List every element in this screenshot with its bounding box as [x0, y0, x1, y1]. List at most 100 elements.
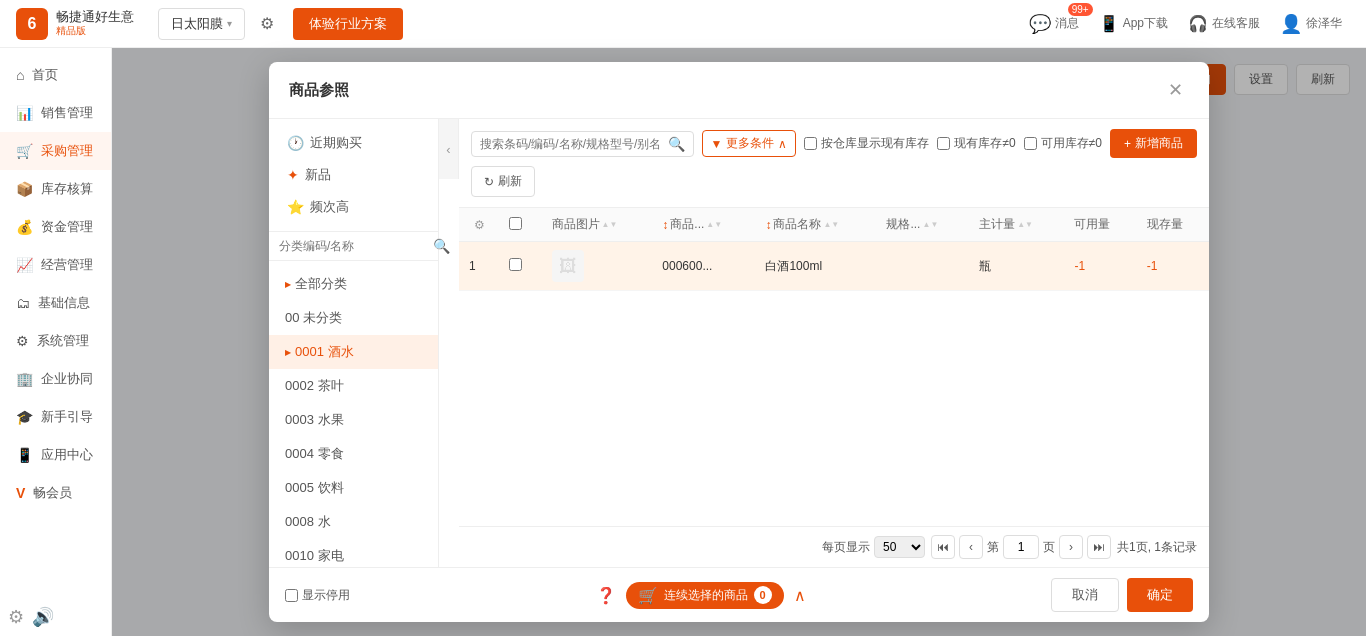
sort-arrows-code: ▲▼ [706, 221, 722, 229]
first-page-btn[interactable]: ⏮ [931, 535, 955, 559]
logo-text-line1: 畅捷通好生意 [56, 9, 134, 25]
collapse-icon: ‹ [446, 142, 450, 157]
sidebar-item-inventory[interactable]: 📦 库存核算 [0, 170, 111, 208]
page-number-input[interactable] [1003, 535, 1039, 559]
member-icon: V [16, 485, 25, 501]
sort-arrows-name: ▲▼ [823, 221, 839, 229]
sidebar-item-enterprise[interactable]: 🏢 企业协同 [0, 360, 111, 398]
row-checkbox [499, 242, 542, 291]
app-download-btn[interactable]: 📱 App下载 [1091, 10, 1176, 37]
recent-icon: 🕐 [287, 135, 304, 151]
last-page-btn[interactable]: ⏭ [1087, 535, 1111, 559]
cart-area[interactable]: 🛒 连续选择的商品 0 [626, 582, 784, 609]
logo-icon: 6 [16, 8, 48, 40]
select-all-checkbox[interactable] [509, 217, 522, 230]
cart-count-badge: 0 [754, 586, 772, 604]
th-stock: 现存量 [1137, 208, 1209, 242]
sidebar-item-guide[interactable]: 🎓 新手引导 [0, 398, 111, 436]
sidebar-item-member[interactable]: V 畅会员 [0, 474, 111, 512]
cat-item-0010[interactable]: 0010 家电 [269, 539, 438, 567]
cat-link-new[interactable]: ✦ 新品 [277, 159, 430, 191]
table-gear-icon[interactable]: ⚙ [469, 218, 489, 232]
confirm-btn[interactable]: 确定 [1127, 578, 1193, 612]
trial-btn[interactable]: 体验行业方案 [293, 8, 403, 40]
table-row[interactable]: 1 🖼 [459, 242, 1209, 291]
product-search-icon[interactable]: 🔍 [668, 136, 685, 152]
th-checkbox [499, 208, 542, 242]
refresh-btn[interactable]: ↻ 刷新 [471, 166, 535, 197]
sidebar-item-operation[interactable]: 📈 经营管理 [0, 246, 111, 284]
modal-header: 商品参照 ✕ [269, 62, 1209, 119]
sidebar-item-home[interactable]: ⌂ 首页 [0, 56, 111, 94]
sidebar-item-label: 资金管理 [41, 218, 93, 236]
sidebar-item-label: 企业协同 [41, 370, 93, 388]
main-content: 查询 设置 刷新 商品参照 ✕ 🕐 [112, 48, 1366, 636]
cat-item-0002[interactable]: 0002 茶叶 [269, 369, 438, 403]
cat-item-0005[interactable]: 0005 饮料 [269, 471, 438, 505]
new-icon: ✦ [287, 167, 299, 183]
home-icon: ⌂ [16, 67, 24, 83]
add-product-btn[interactable]: + 新增商品 [1110, 129, 1197, 158]
cat-item-all[interactable]: ▶ 全部分类 [269, 267, 438, 301]
nav-dropdown[interactable]: 日太阳膜 ▾ [158, 8, 245, 40]
cat-search-icon[interactable]: 🔍 [433, 238, 450, 254]
message-btn[interactable]: 💬 99+ 消息 [1021, 9, 1087, 39]
modal-title: 商品参照 [289, 81, 349, 100]
cart-icon: 🛒 [638, 586, 658, 605]
cat-link-frequent[interactable]: ⭐ 频次高 [277, 191, 430, 223]
plus-icon: + [1124, 137, 1131, 151]
cat-item-0003[interactable]: 0003 水果 [269, 403, 438, 437]
sidebar-item-finance[interactable]: 💰 资金管理 [0, 208, 111, 246]
filter-btn[interactable]: ▼ 更多条件 ∧ [702, 130, 797, 157]
modal-close-btn[interactable]: ✕ [1161, 76, 1189, 104]
sidebar-item-purchase[interactable]: 🛒 采购管理 [0, 132, 111, 170]
prev-page-btn[interactable]: ‹ [959, 535, 983, 559]
per-page-select[interactable]: 10 20 50 100 [874, 536, 925, 558]
sidebar-item-apps[interactable]: 📱 应用中心 [0, 436, 111, 474]
row-stock: -1 [1137, 242, 1209, 291]
help-icon[interactable]: ❓ [596, 586, 616, 605]
cat-item-0004[interactable]: 0004 零食 [269, 437, 438, 471]
checkbox-available[interactable]: 可用库存≠0 [1024, 135, 1102, 152]
volume-icon[interactable]: 🔊 [32, 606, 54, 628]
row-unit: 瓶 [969, 242, 1064, 291]
next-page-btn[interactable]: › [1059, 535, 1083, 559]
sidebar-item-system[interactable]: ⚙ 系统管理 [0, 322, 111, 360]
cat-link-recent[interactable]: 🕐 近期购买 [277, 127, 430, 159]
th-available: 可用量 [1064, 208, 1136, 242]
show-disabled-checkbox[interactable]: 显示停用 [285, 587, 350, 604]
th-name: ↕ 商品名称 ▲▼ [755, 208, 876, 242]
user-avatar[interactable]: 👤 徐泽华 [1272, 9, 1350, 39]
footer-right: 取消 确定 [1051, 578, 1193, 612]
row-index: 1 [459, 242, 499, 291]
cat-item-00[interactable]: 00 未分类 [269, 301, 438, 335]
modal-footer: 显示停用 ❓ 🛒 连续选择的商品 0 ∧ 取消 确定 [269, 567, 1209, 622]
row-select-checkbox[interactable] [509, 258, 522, 271]
apps-icon: 📱 [16, 447, 33, 463]
frequent-icon: ⭐ [287, 199, 304, 215]
cat-item-0001[interactable]: ▶ 0001 酒水 [269, 335, 438, 369]
pagination: 每页显示 10 20 50 100 ⏮ ‹ [459, 526, 1209, 567]
cancel-btn[interactable]: 取消 [1051, 578, 1119, 612]
row-spec [876, 242, 969, 291]
category-list: ▶ 全部分类 00 未分类 ▶ 0001 酒水 0002 茶 [269, 261, 438, 567]
settings-bottom-icon[interactable]: ⚙ [8, 606, 24, 628]
enterprise-icon: 🏢 [16, 371, 33, 387]
th-image: 商品图片 ▲▼ [542, 208, 653, 242]
footer-collapse-icon[interactable]: ∧ [794, 586, 806, 605]
gear-icon[interactable]: ⚙ [253, 10, 281, 38]
cat-item-0008[interactable]: 0008 水 [269, 505, 438, 539]
checkbox-warehouse[interactable]: 按仓库显示现有库存 [804, 135, 929, 152]
sidebar-item-label: 库存核算 [41, 180, 93, 198]
sidebar-item-sales[interactable]: 📊 销售管理 [0, 94, 111, 132]
sidebar: ⌂ 首页 📊 销售管理 🛒 采购管理 📦 库存核算 💰 资金管理 📈 经营管理 … [0, 48, 112, 636]
product-search-input[interactable] [480, 137, 664, 151]
guide-icon: 🎓 [16, 409, 33, 425]
product-search-box: 🔍 [471, 131, 694, 157]
online-service-btn[interactable]: 🎧 在线客服 [1180, 10, 1268, 37]
sidebar-item-basic[interactable]: 🗂 基础信息 [0, 284, 111, 322]
checkbox-stock[interactable]: 现有库存≠0 [937, 135, 1015, 152]
cat-search-input[interactable] [279, 239, 429, 253]
collapse-panel-btn[interactable]: ‹ [439, 119, 459, 179]
sidebar-item-label: 畅会员 [33, 484, 72, 502]
